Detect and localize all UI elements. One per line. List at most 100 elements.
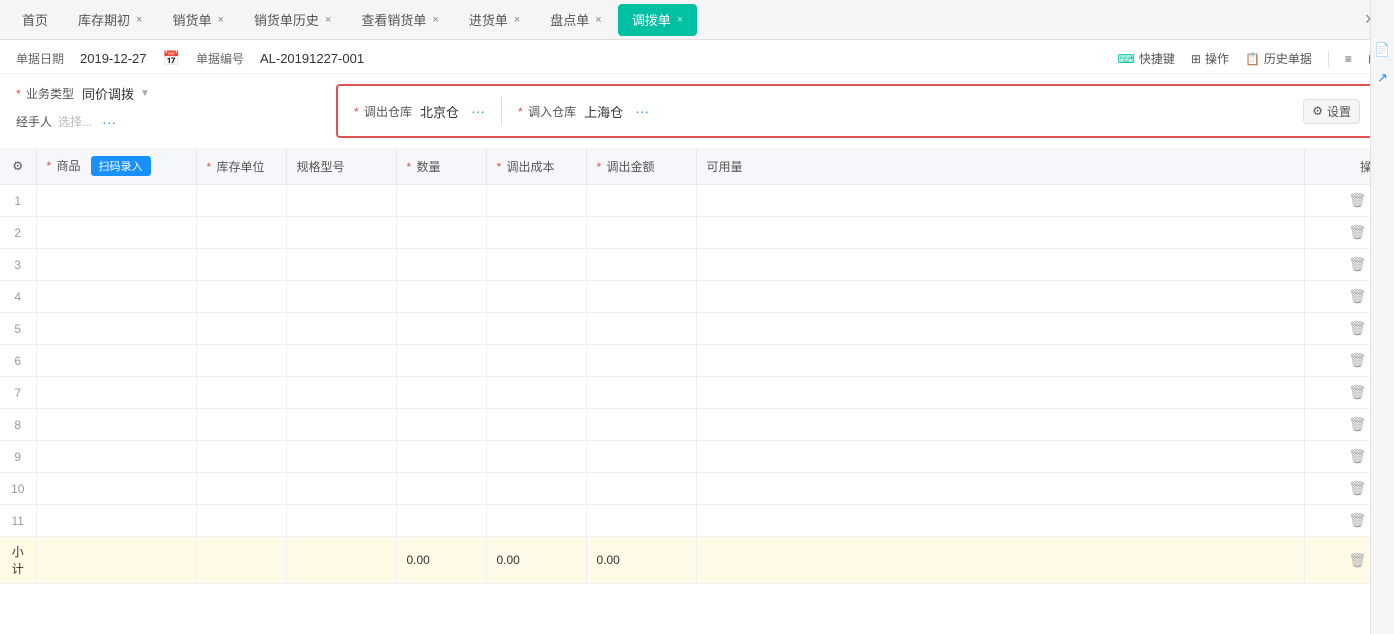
tab-view-sales[interactable]: 查看销货单 × (347, 4, 452, 36)
tab-close-sales-history[interactable]: × (325, 14, 331, 26)
history-button[interactable]: 📋 历史单据 (1245, 50, 1312, 67)
delete-icon[interactable]: 🗑 (1348, 192, 1366, 209)
table-row: 3 🗑 ⊕ (0, 249, 1394, 281)
in-warehouse-more-btn[interactable]: ··· (635, 103, 649, 119)
operations-button[interactable]: ⊞ 操作 (1191, 50, 1229, 67)
cell-product[interactable] (36, 441, 196, 473)
subtotal-delete-icon[interactable]: 🗑 (1348, 552, 1366, 569)
tab-inventory-check[interactable]: 盘点单 × (536, 4, 615, 36)
delete-icon[interactable]: 🗑 (1348, 448, 1366, 465)
cell-available (696, 409, 1304, 441)
cell-qty (396, 217, 486, 249)
subtotal-product (36, 537, 196, 584)
cell-product[interactable] (36, 345, 196, 377)
cell-product[interactable] (36, 473, 196, 505)
tab-sales-history[interactable]: 销货单历史 × (240, 4, 345, 36)
sidebar-doc-icon[interactable]: 📄 (1373, 40, 1393, 60)
cell-amount (586, 473, 696, 505)
cell-amount (586, 377, 696, 409)
tab-inventory-init[interactable]: 库存期初 × (64, 4, 156, 36)
tab-home[interactable]: 首页 (8, 4, 62, 36)
cell-available (696, 505, 1304, 537)
biz-type-value: 同价调拨 (82, 84, 134, 103)
delete-icon[interactable]: 🗑 (1348, 320, 1366, 337)
agent-field: 经手人 选择... ··· (16, 113, 316, 130)
cell-qty (396, 505, 486, 537)
tab-close-view-sales[interactable]: × (432, 14, 438, 26)
row-number: 9 (0, 441, 36, 473)
cell-amount (586, 185, 696, 217)
subtotal-amount: 0.00 (586, 537, 696, 584)
tab-sales-order[interactable]: 销货单 × (158, 4, 237, 36)
tab-close-transfer[interactable]: × (677, 14, 683, 26)
table-row: 9 🗑 ⊕ (0, 441, 1394, 473)
cell-product[interactable] (36, 377, 196, 409)
tab-purchase[interactable]: 进货单 × (455, 4, 534, 36)
cell-cost (486, 409, 586, 441)
scan-button[interactable]: 扫码录入 (91, 156, 151, 176)
cell-unit (196, 473, 286, 505)
tab-close-inventory-check[interactable]: × (595, 14, 601, 26)
agent-more-btn[interactable]: ··· (102, 114, 116, 130)
shortcut-button[interactable]: ⌨ 快捷键 (1118, 50, 1175, 67)
cell-product[interactable] (36, 249, 196, 281)
out-warehouse-label: 调出仓库 (364, 105, 412, 119)
biz-type-dropdown[interactable]: 同价调拨 ▼ (82, 84, 150, 103)
cell-product[interactable] (36, 313, 196, 345)
date-picker-icon[interactable]: 📅 (163, 50, 180, 67)
cell-product[interactable] (36, 505, 196, 537)
sidebar-external-icon[interactable]: ↗ (1373, 68, 1393, 88)
layout1-button[interactable]: ≡ (1345, 52, 1352, 66)
cell-qty (396, 185, 486, 217)
row-number: 10 (0, 473, 36, 505)
delete-icon[interactable]: 🗑 (1348, 224, 1366, 241)
out-warehouse-more-btn[interactable]: ··· (471, 103, 485, 119)
table-row: 5 🗑 ⊕ (0, 313, 1394, 345)
cell-product[interactable] (36, 217, 196, 249)
shortcut-label: 快捷键 (1139, 50, 1175, 67)
cell-spec (286, 249, 396, 281)
row-number: 11 (0, 505, 36, 537)
cell-available (696, 345, 1304, 377)
doc-number: AL-20191227-001 (260, 51, 364, 66)
subtotal-cost: 0.00 (486, 537, 586, 584)
biz-type-arrow: ▼ (140, 88, 150, 99)
cell-spec (286, 185, 396, 217)
cell-product[interactable] (36, 185, 196, 217)
cell-product[interactable] (36, 281, 196, 313)
delete-icon[interactable]: 🗑 (1348, 480, 1366, 497)
cell-cost (486, 217, 586, 249)
cell-cost (486, 473, 586, 505)
delete-icon[interactable]: 🗑 (1348, 288, 1366, 305)
cell-unit (196, 185, 286, 217)
tab-close-inventory-init[interactable]: × (136, 14, 142, 26)
cell-qty (396, 377, 486, 409)
doc-label: 单据编号 (196, 50, 244, 67)
gear-icon: ⚙ (12, 159, 23, 173)
tab-close-sales-order[interactable]: × (217, 14, 223, 26)
table-row: 11 🗑 ⊕ (0, 505, 1394, 537)
agent-select[interactable]: 选择... (58, 113, 92, 130)
tab-transfer[interactable]: 调拨单 × (618, 4, 697, 36)
table-header-row: ⚙ * 商品 扫码录入 * 库存单位 规格型号 * 数量 (0, 148, 1394, 185)
row-number: 7 (0, 377, 36, 409)
agent-label: 经手人 (16, 113, 52, 130)
cell-spec (286, 409, 396, 441)
settings-button[interactable]: ⚙ 设置 (1303, 99, 1360, 124)
cell-amount (586, 249, 696, 281)
tab-close-purchase[interactable]: × (514, 14, 520, 26)
cell-qty (396, 409, 486, 441)
cell-product[interactable] (36, 409, 196, 441)
cell-cost (486, 185, 586, 217)
cell-spec (286, 313, 396, 345)
delete-icon[interactable]: 🗑 (1348, 384, 1366, 401)
delete-icon[interactable]: 🗑 (1348, 416, 1366, 433)
delete-icon[interactable]: 🗑 (1348, 352, 1366, 369)
th-gear[interactable]: ⚙ (0, 148, 36, 185)
cell-cost (486, 441, 586, 473)
cell-available (696, 249, 1304, 281)
delete-icon[interactable]: 🗑 (1348, 256, 1366, 273)
cell-spec (286, 345, 396, 377)
cell-spec (286, 441, 396, 473)
delete-icon[interactable]: 🗑 (1348, 512, 1366, 529)
